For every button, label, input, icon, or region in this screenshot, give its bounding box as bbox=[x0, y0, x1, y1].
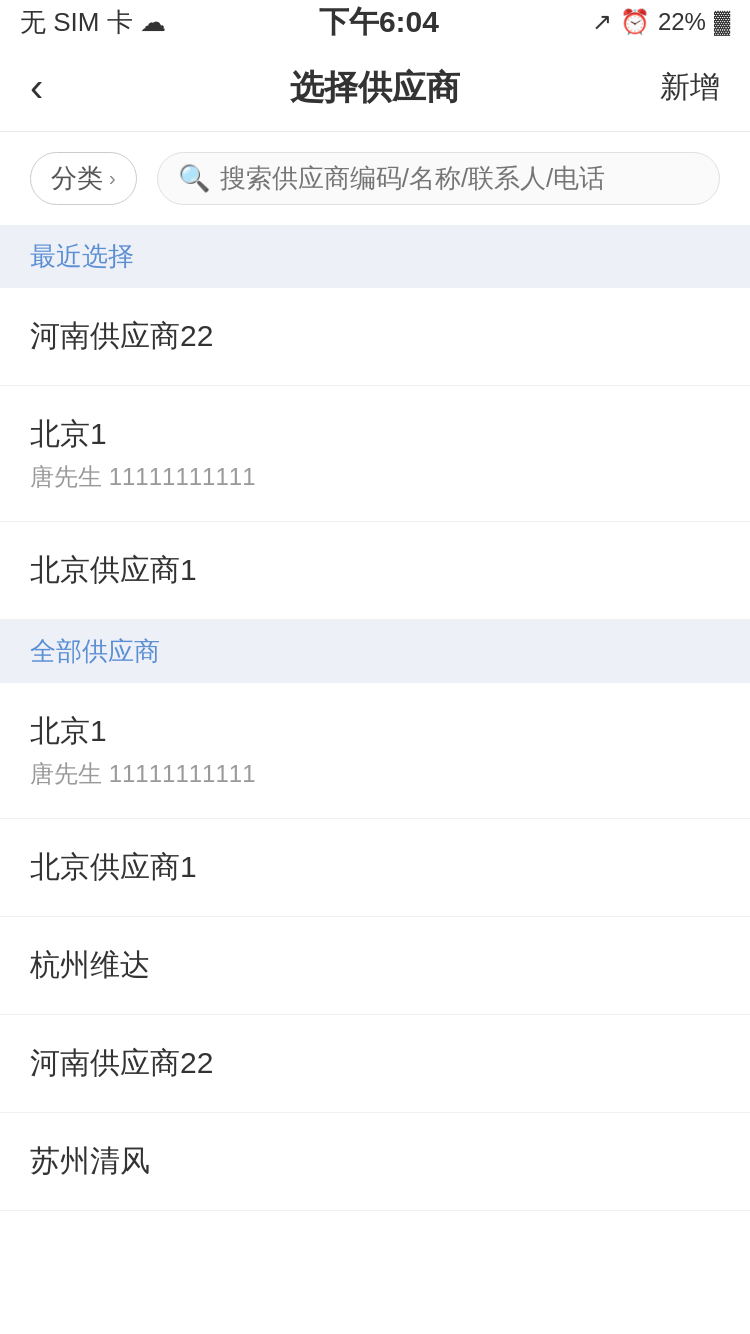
search-input[interactable] bbox=[220, 163, 699, 194]
item-sub: 唐先生 11111111111 bbox=[30, 461, 720, 493]
chevron-right-icon: › bbox=[109, 167, 116, 190]
item-name: 北京供应商1 bbox=[30, 847, 720, 888]
item-name: 苏州清风 bbox=[30, 1141, 720, 1182]
recent-section-label: 最近选择 bbox=[30, 241, 134, 271]
list-item[interactable]: 北京1 唐先生 11111111111 bbox=[0, 683, 750, 819]
item-name: 北京供应商1 bbox=[30, 550, 720, 591]
item-name: 杭州维达 bbox=[30, 945, 720, 986]
all-section-label: 全部供应商 bbox=[30, 636, 160, 666]
no-sim-label: 无 SIM 卡 ☁ bbox=[20, 5, 166, 40]
list-item[interactable]: 杭州维达 bbox=[0, 917, 750, 1015]
recent-items-list: 河南供应商22 北京1 唐先生 11111111111 北京供应商1 bbox=[0, 288, 750, 620]
filter-bar: 分类 › 🔍 bbox=[0, 132, 750, 225]
search-box: 🔍 bbox=[157, 152, 720, 205]
list-item[interactable]: 北京供应商1 bbox=[0, 819, 750, 917]
recent-section-header: 最近选择 bbox=[0, 225, 750, 288]
status-right: ↗ ⏰ 22% ▓ bbox=[592, 8, 730, 36]
list-item[interactable]: 河南供应商22 bbox=[0, 1015, 750, 1113]
item-name: 北京1 bbox=[30, 414, 720, 455]
location-icon: ↗ bbox=[592, 8, 612, 36]
item-sub: 唐先生 11111111111 bbox=[30, 758, 720, 790]
status-left: 无 SIM 卡 ☁ bbox=[20, 5, 166, 40]
all-items-list: 北京1 唐先生 11111111111 北京供应商1 杭州维达河南供应商22 苏州清风 bbox=[0, 683, 750, 1211]
status-time: 下午6:04 bbox=[319, 2, 439, 43]
page-title: 选择供应商 bbox=[290, 65, 460, 111]
battery-label: 22% bbox=[658, 8, 706, 36]
status-bar: 无 SIM 卡 ☁ 下午6:04 ↗ ⏰ 22% ▓ bbox=[0, 0, 750, 44]
list-item[interactable]: 河南供应商22 bbox=[0, 288, 750, 386]
alarm-icon: ⏰ bbox=[620, 8, 650, 36]
list-item[interactable]: 苏州清风 bbox=[0, 1113, 750, 1211]
item-name: 河南供应商22 bbox=[30, 1043, 720, 1084]
battery-icon: ▓ bbox=[714, 9, 730, 35]
add-button[interactable]: 新增 bbox=[660, 67, 720, 108]
item-name: 北京1 bbox=[30, 711, 720, 752]
category-label: 分类 bbox=[51, 161, 103, 196]
nav-bar: ‹ 选择供应商 新增 bbox=[0, 44, 750, 132]
back-button[interactable]: ‹ bbox=[30, 65, 90, 110]
search-icon: 🔍 bbox=[178, 163, 210, 194]
category-button[interactable]: 分类 › bbox=[30, 152, 137, 205]
list-item[interactable]: 北京供应商1 bbox=[0, 522, 750, 620]
list-item[interactable]: 北京1 唐先生 11111111111 bbox=[0, 386, 750, 522]
all-section-header: 全部供应商 bbox=[0, 620, 750, 683]
item-name: 河南供应商22 bbox=[30, 316, 720, 357]
